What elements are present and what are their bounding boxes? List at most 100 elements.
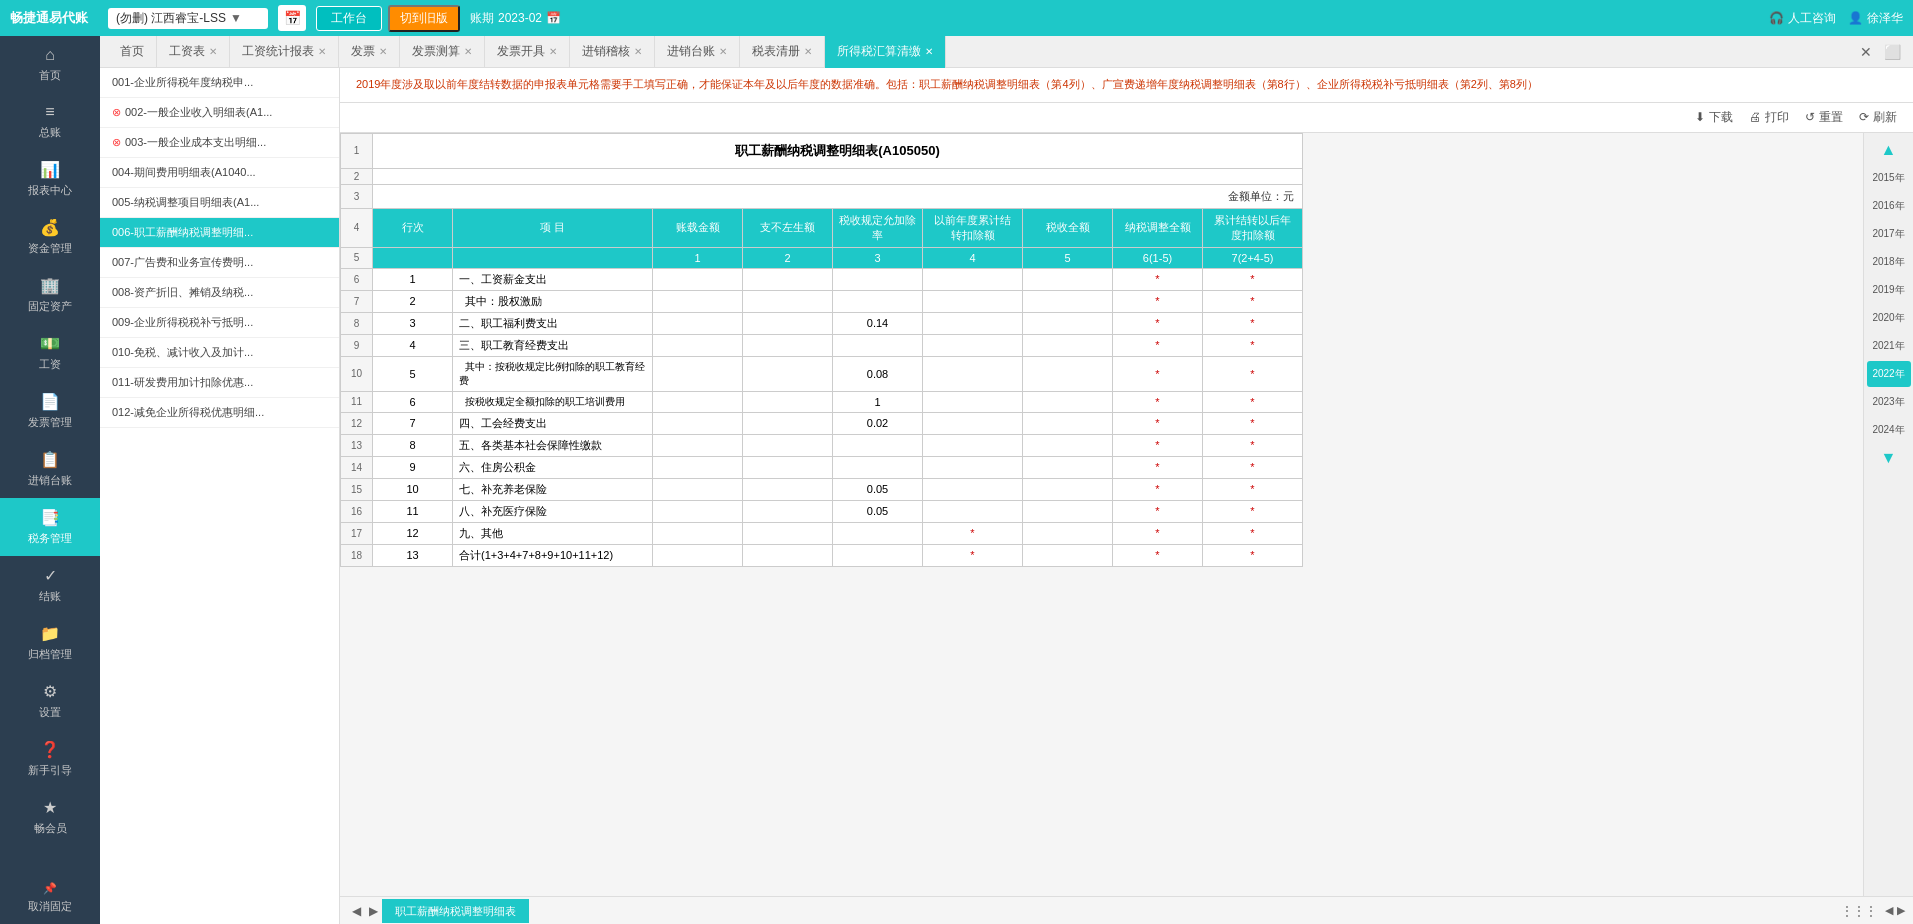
- sidebar-item-settings[interactable]: ⚙ 设置: [0, 672, 100, 730]
- tab-tax-register-close[interactable]: ✕: [804, 46, 812, 57]
- sidebar-item-home[interactable]: ⌂ 首页: [0, 36, 100, 93]
- sidebar-item-general-ledger[interactable]: ≡ 总账: [0, 93, 100, 150]
- list-item-001[interactable]: 001-企业所得税年度纳税申...: [100, 68, 339, 98]
- workspace-button[interactable]: 工作台: [316, 6, 382, 31]
- user-name: 徐泽华: [1867, 10, 1903, 27]
- tab-tax-register-label: 税表清册: [752, 43, 800, 60]
- user-menu[interactable]: 👤 徐泽华: [1848, 10, 1903, 27]
- sidebar-item-reports[interactable]: 📊 报表中心: [0, 150, 100, 208]
- invoice-icon: 📄: [40, 392, 60, 411]
- year-2019[interactable]: 2019年: [1867, 277, 1911, 303]
- table-row: 6 1 一、工资薪金支出 * *: [341, 268, 1303, 290]
- year-scroll-down[interactable]: ▼: [1881, 445, 1897, 471]
- sidebar-item-member[interactable]: ★ 畅会员: [0, 788, 100, 846]
- refresh-button[interactable]: ⟳ 刷新: [1859, 109, 1897, 126]
- list-item-012[interactable]: 012-减免企业所得税优惠明细...: [100, 398, 339, 428]
- year-2017[interactable]: 2017年: [1867, 221, 1911, 247]
- close-all-tabs-button[interactable]: ✕: [1856, 42, 1876, 62]
- settings-icon: ⚙: [43, 682, 57, 701]
- year-2020[interactable]: 2020年: [1867, 305, 1911, 331]
- sheet-nav-left[interactable]: ◀: [348, 904, 365, 918]
- list-item-010[interactable]: 010-免税、减计收入及加计...: [100, 338, 339, 368]
- sidebar-item-funds[interactable]: 💰 资金管理: [0, 208, 100, 266]
- col-header-7: 累计结转以后年度扣除额: [1203, 208, 1303, 247]
- back-button[interactable]: 切到旧版: [388, 5, 460, 32]
- sidebar-item-salary[interactable]: 💵 工资: [0, 324, 100, 382]
- sidebar-item-invoice[interactable]: 📄 发票管理: [0, 382, 100, 440]
- tab-invoice-open[interactable]: 发票开具 ✕: [485, 36, 570, 68]
- maximize-button[interactable]: ⬜: [1880, 42, 1905, 62]
- settlement-icon: ✓: [44, 566, 57, 585]
- tab-tax-register[interactable]: 税表清册 ✕: [740, 36, 825, 68]
- sheet-tab-salary-adjust[interactable]: 职工薪酬纳税调整明细表: [382, 899, 529, 923]
- table-row: 13 8 五、各类基本社会保障性缴款 * *: [341, 434, 1303, 456]
- salary-icon: 💵: [40, 334, 60, 353]
- list-item-008-label: 008-资产折旧、摊销及纳税...: [112, 285, 253, 300]
- tab-salary-stats[interactable]: 工资统计报表 ✕: [230, 36, 339, 68]
- sidebar-item-archive[interactable]: 📁 归档管理: [0, 614, 100, 672]
- tab-invoice-open-close[interactable]: ✕: [549, 46, 557, 57]
- tab-income-tax-close[interactable]: ✕: [925, 46, 933, 57]
- sidebar-item-purchase-sales[interactable]: 📋 进销台账: [0, 440, 100, 498]
- sheet-options-button[interactable]: ⋮⋮⋮: [1841, 904, 1877, 918]
- download-button[interactable]: ⬇ 下载: [1695, 109, 1733, 126]
- sidebar-item-guide[interactable]: ❓ 新手引导: [0, 730, 100, 788]
- list-item-005[interactable]: 005-纳税调整项目明细表(A1...: [100, 188, 339, 218]
- tab-income-tax[interactable]: 所得税汇算清缴 ✕: [825, 36, 946, 68]
- print-button[interactable]: 🖨 打印: [1749, 109, 1789, 126]
- list-item-007[interactable]: 007-广告费和业务宣传费明...: [100, 248, 339, 278]
- col-num-6: 6(1-5): [1113, 247, 1203, 268]
- list-item-009[interactable]: 009-企业所得税税补亏抵明...: [100, 308, 339, 338]
- form-list-panel: 001-企业所得税年度纳税申... ⊗ 002-一般企业收入明细表(A1... …: [100, 68, 340, 924]
- tab-invoice-calc-label: 发票测算: [412, 43, 460, 60]
- col-num-7: 7(2+4-5): [1203, 247, 1303, 268]
- calendar-icon-btn[interactable]: 📅: [278, 5, 306, 31]
- tab-invoice-calc-close[interactable]: ✕: [464, 46, 472, 57]
- year-2024[interactable]: 2024年: [1867, 417, 1911, 443]
- tab-invoice[interactable]: 发票 ✕: [339, 36, 400, 68]
- support-link[interactable]: 🎧 人工咨询: [1769, 10, 1836, 27]
- tab-invoice-close[interactable]: ✕: [379, 46, 387, 57]
- unpin-button[interactable]: 📌 取消固定: [0, 872, 100, 924]
- sheet-scroll-right[interactable]: ▶: [1897, 904, 1905, 917]
- year-2015[interactable]: 2015年: [1867, 165, 1911, 191]
- col-header-4: 以前年度累计结转扣除额: [923, 208, 1023, 247]
- tab-salary-table[interactable]: 工资表 ✕: [157, 36, 230, 68]
- list-item-008[interactable]: 008-资产折旧、摊销及纳税...: [100, 278, 339, 308]
- year-2021[interactable]: 2021年: [1867, 333, 1911, 359]
- tab-purchase-verify[interactable]: 进销稽核 ✕: [570, 36, 655, 68]
- tab-purchase-ledger-label: 进销台账: [667, 43, 715, 60]
- list-item-011[interactable]: 011-研发费用加计扣除优惠...: [100, 368, 339, 398]
- sidebar-item-tax[interactable]: 📑 税务管理: [0, 498, 100, 556]
- col-header-rownum: 行次: [373, 208, 453, 247]
- list-item-002[interactable]: ⊗ 002-一般企业收入明细表(A1...: [100, 98, 339, 128]
- reset-button[interactable]: ↺ 重置: [1805, 109, 1843, 126]
- list-item-003[interactable]: ⊗ 003-一般企业成本支出明细...: [100, 128, 339, 158]
- year-2023[interactable]: 2023年: [1867, 389, 1911, 415]
- year-2018[interactable]: 2018年: [1867, 249, 1911, 275]
- sheet-scroll-left[interactable]: ◀: [1885, 904, 1893, 917]
- sidebar-item-fixed-assets[interactable]: 🏢 固定资产: [0, 266, 100, 324]
- table-title: 职工薪酬纳税调整明细表(A105050): [373, 133, 1303, 168]
- tab-purchase-ledger[interactable]: 进销台账 ✕: [655, 36, 740, 68]
- spreadsheet-container[interactable]: 1 职工薪酬纳税调整明细表(A105050) 2: [340, 133, 1863, 896]
- toolbar: ⬇ 下载 🖨 打印 ↺ 重置 ⟳ 刷新: [340, 103, 1913, 133]
- sheet-nav-right[interactable]: ▶: [365, 904, 382, 918]
- year-2022[interactable]: 2022年: [1867, 361, 1911, 387]
- tab-purchase-ledger-close[interactable]: ✕: [719, 46, 727, 57]
- list-item-006[interactable]: 006-职工薪酬纳税调整明细...: [100, 218, 339, 248]
- sidebar-item-settlement[interactable]: ✓ 结账: [0, 556, 100, 614]
- list-item-004[interactable]: 004-期间费用明细表(A1040...: [100, 158, 339, 188]
- col-header-item: 项 目: [453, 208, 653, 247]
- year-scroll-up[interactable]: ▲: [1881, 137, 1897, 163]
- tab-purchase-verify-close[interactable]: ✕: [634, 46, 642, 57]
- tab-salary-stats-close[interactable]: ✕: [318, 46, 326, 57]
- company-selector[interactable]: (勿删) 江西睿宝-LSS ▼: [108, 8, 268, 29]
- row-3: 3 金额单位：元: [341, 184, 1303, 208]
- table-row: 16 11 八、补充医疗保险 0.05 * *: [341, 500, 1303, 522]
- tab-home[interactable]: 首页: [108, 36, 157, 68]
- tab-salary-close[interactable]: ✕: [209, 46, 217, 57]
- tab-invoice-calc[interactable]: 发票测算 ✕: [400, 36, 485, 68]
- year-2016[interactable]: 2016年: [1867, 193, 1911, 219]
- assets-icon: 🏢: [40, 276, 60, 295]
